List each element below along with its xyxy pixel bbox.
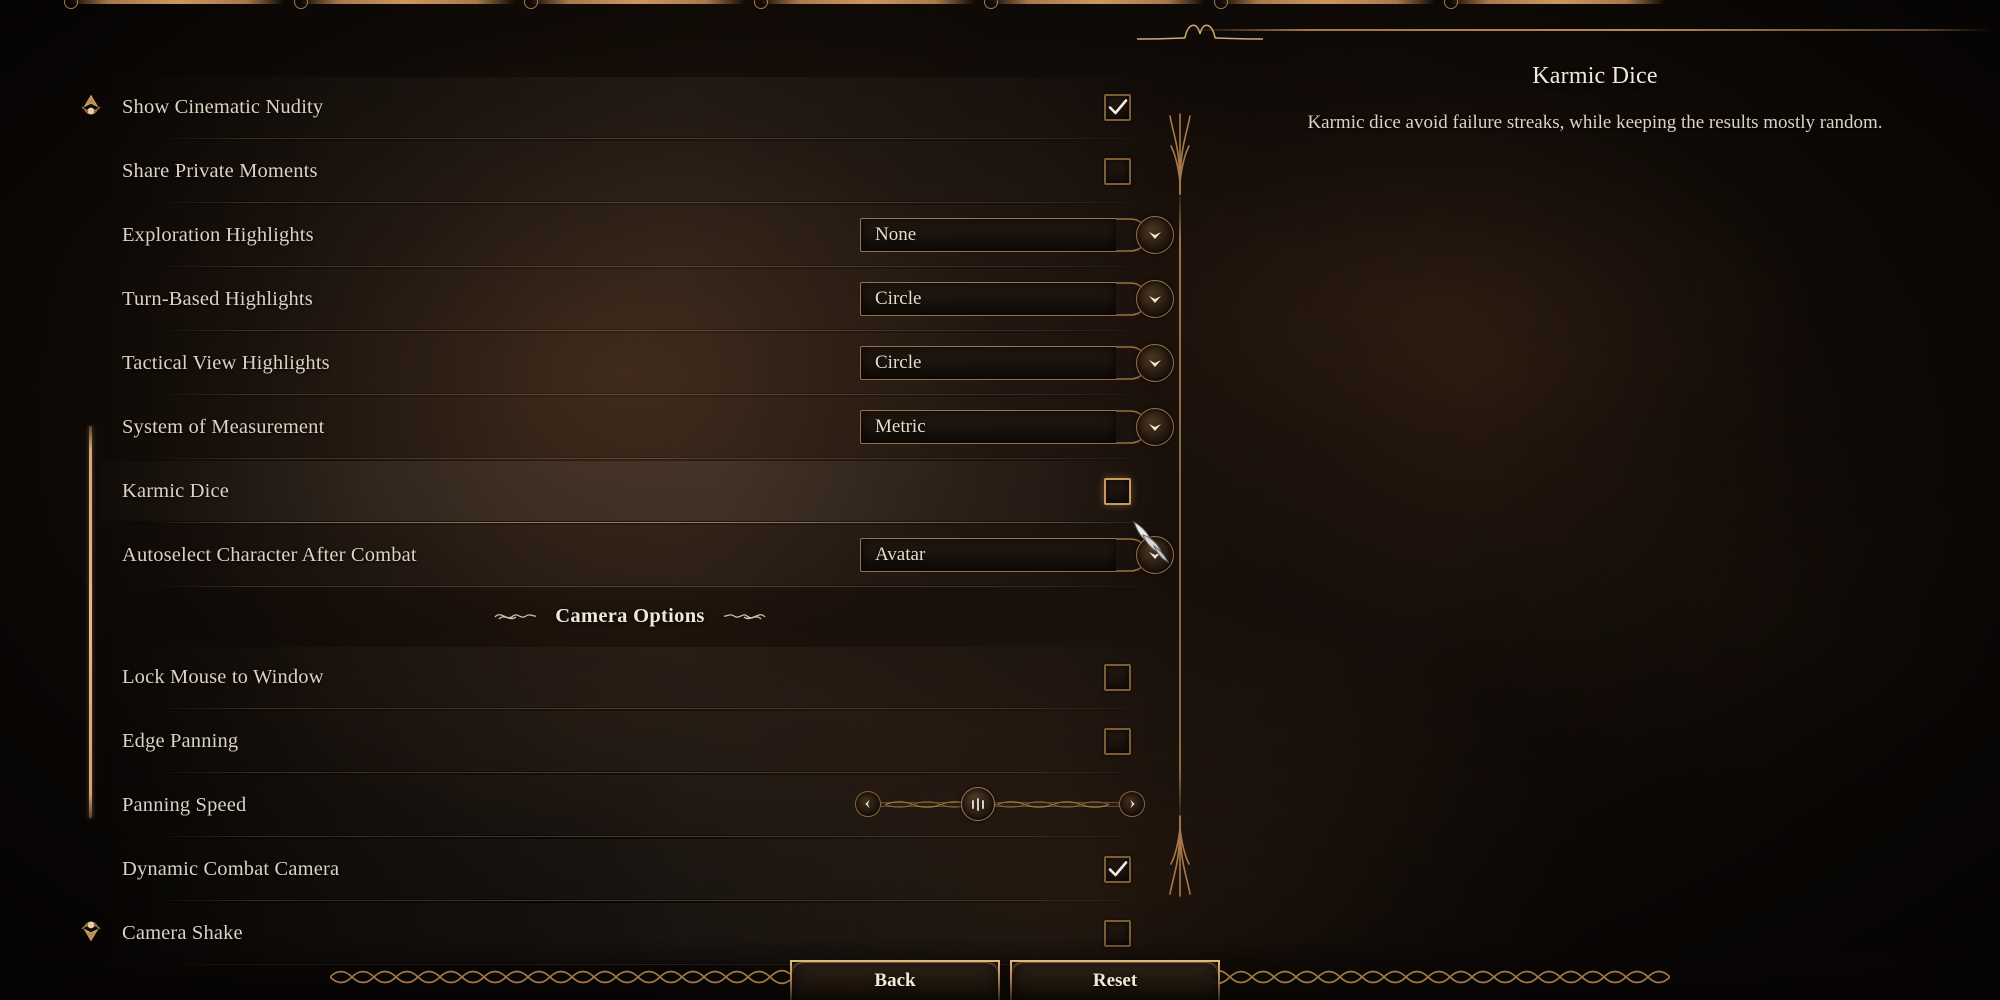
detail-title: Karmic Dice <box>1532 63 1658 89</box>
footer-bar: Back Reset <box>0 938 2000 1000</box>
tab-separator-3 <box>754 0 975 9</box>
options-list: Show Cinematic Nudity Share Private Momen… <box>0 40 1180 965</box>
tab-separator-6 <box>1444 0 1665 9</box>
knotwork-ornament-left-icon <box>330 969 790 985</box>
slider-decrease-button[interactable] <box>855 791 881 817</box>
tab-separator-2 <box>524 0 745 9</box>
option-label: Dynamic Combat Camera <box>122 857 340 880</box>
dropdown-value: Circle <box>875 288 922 309</box>
tab-separator-4 <box>984 0 1205 9</box>
dropdown-value-box[interactable]: Circle <box>860 346 1116 380</box>
option-row-turn-based-highlights[interactable]: Turn-Based Highlights Circle <box>100 267 1174 331</box>
option-row-lock-mouse-to-window[interactable]: Lock Mouse to Window <box>100 645 1160 709</box>
checkbox-show-cinematic-nudity[interactable] <box>1104 93 1131 121</box>
top-tab-separator-strip <box>0 0 2000 16</box>
tab-separator-0 <box>64 0 285 9</box>
option-label: Edge Panning <box>122 729 239 752</box>
option-label: Lock Mouse to Window <box>122 665 324 688</box>
divider-line <box>1179 188 1181 822</box>
slider-wrap[interactable] <box>855 787 1145 821</box>
divider-top-finial-icon <box>1169 113 1191 195</box>
option-row-show-cinematic-nudity[interactable]: Show Cinematic Nudity <box>100 75 1160 139</box>
back-button[interactable]: Back <box>790 960 1000 1000</box>
option-label: Tactical View Highlights <box>122 351 330 374</box>
option-label: Show Cinematic Nudity <box>122 95 324 118</box>
section-header-camera-options: Camera Options <box>100 587 1160 645</box>
checkbox-share-private-moments[interactable] <box>1104 157 1131 185</box>
section-header-label: Camera Options <box>555 604 705 627</box>
flourish-left-icon <box>494 614 537 620</box>
option-row-share-private-moments[interactable]: Share Private Moments <box>100 139 1160 203</box>
slider-left-arrow-icon <box>865 799 870 809</box>
scroll-up-ornament-icon[interactable] <box>78 90 104 124</box>
right-panel-divider-rule <box>1190 29 1990 31</box>
dropdown-value-box[interactable]: Metric <box>860 410 1116 444</box>
dropdown-value: Metric <box>875 416 926 437</box>
dropdown-value-box[interactable]: None <box>860 218 1116 252</box>
knotwork-ornament-right-icon <box>1210 969 1670 985</box>
detail-panel: Karmic Dice Karmic dice avoid failure st… <box>1215 40 1975 920</box>
option-row-dynamic-combat-camera[interactable]: Dynamic Combat Camera <box>100 837 1160 901</box>
option-row-karmic-dice[interactable]: Karmic Dice <box>100 459 1160 523</box>
option-label: Turn-Based Highlights <box>122 287 313 310</box>
dropdown-value-box[interactable]: Circle <box>860 282 1116 316</box>
reset-button[interactable]: Reset <box>1010 960 1220 1000</box>
flourish-right-icon <box>723 614 766 620</box>
option-row-exploration-highlights[interactable]: Exploration Highlights None <box>100 203 1174 267</box>
panel-vertical-divider <box>1158 110 1202 900</box>
checkbox-edge-panning[interactable] <box>1104 727 1131 755</box>
row-highlight <box>100 461 1160 521</box>
options-scrollbar[interactable] <box>78 90 104 970</box>
slider-right-arrow-icon <box>1130 799 1135 809</box>
reset-button-label: Reset <box>1092 970 1138 991</box>
option-label: System of Measurement <box>122 415 325 438</box>
option-row-panning-speed[interactable]: Panning Speed <box>100 773 1160 837</box>
checkbox-lock-mouse-to-window[interactable] <box>1104 663 1131 691</box>
slider-knob[interactable] <box>961 787 995 821</box>
scrollbar-thumb[interactable] <box>89 426 92 818</box>
detail-description: Karmic dice avoid failure streaks, while… <box>1307 112 1883 133</box>
option-label: Share Private Moments <box>122 159 318 182</box>
slider-increase-button[interactable] <box>1119 791 1145 817</box>
dropdown-value-box[interactable]: Avatar <box>860 538 1116 572</box>
slider-track[interactable] <box>881 798 1119 811</box>
option-row-system-of-measurement[interactable]: System of Measurement Metric <box>100 395 1174 459</box>
dropdown-value: None <box>875 224 917 245</box>
back-button-label: Back <box>874 970 916 991</box>
dropdown-value: Avatar <box>875 544 926 565</box>
checkbox-dynamic-combat-camera[interactable] <box>1104 855 1131 883</box>
divider-bottom-finial-icon <box>1169 815 1191 897</box>
tab-separator-5 <box>1214 0 1435 9</box>
option-label: Karmic Dice <box>122 479 229 502</box>
dropdown-value: Circle <box>875 352 922 373</box>
option-label: Exploration Highlights <box>122 223 314 246</box>
option-label: Panning Speed <box>122 793 247 816</box>
option-row-tactical-view-highlights[interactable]: Tactical View Highlights Circle <box>100 331 1174 395</box>
option-row-autoselect-character-after-combat[interactable]: Autoselect Character After Combat Avatar <box>100 523 1174 587</box>
footer-shade <box>0 938 2000 1000</box>
tab-separator-1 <box>294 0 515 9</box>
divider-ornament-icon <box>1136 24 1264 40</box>
option-label: Autoselect Character After Combat <box>122 543 417 566</box>
row-highlight <box>100 711 1160 771</box>
option-row-edge-panning[interactable]: Edge Panning <box>100 709 1160 773</box>
checkbox-karmic-dice[interactable] <box>1104 477 1131 505</box>
